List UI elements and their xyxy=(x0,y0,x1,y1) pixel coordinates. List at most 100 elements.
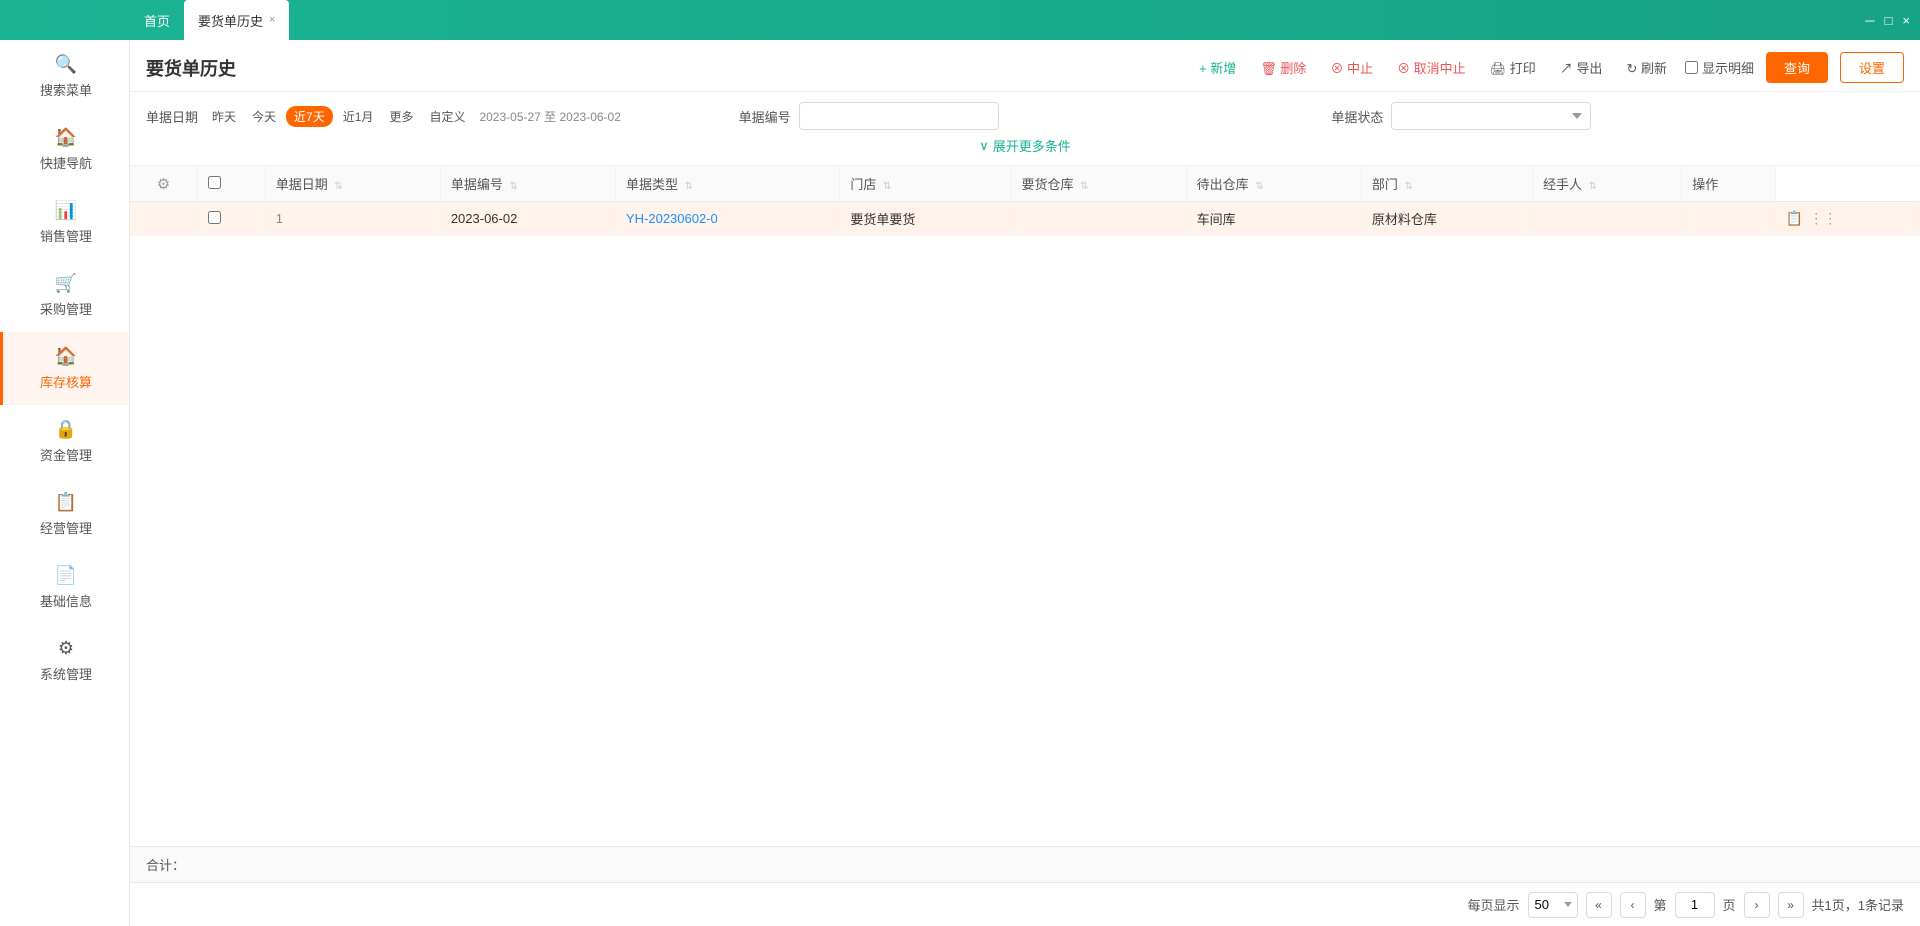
sidebar-item-quick-nav[interactable]: 🏠 快捷导航 xyxy=(0,113,129,186)
sidebar-item-search-menu[interactable]: 🔍 搜索菜单 xyxy=(0,40,129,113)
table-body: 1 2023-06-02 YH-20230602-0 要货单要货 车间库 原材料… xyxy=(130,202,1920,236)
td-order-type: 要货单要货 xyxy=(840,202,1011,236)
quick-nav-icon: 🏠 xyxy=(55,127,77,148)
th-handler-label: 经手人 xyxy=(1543,177,1582,192)
window-close-icon[interactable]: × xyxy=(1902,13,1910,28)
pagination-bar: 每页显示 20 50 100 « ‹ 第 页 › » 共1页，1条记录 xyxy=(130,882,1920,926)
td-date: 2023-06-02 xyxy=(440,202,615,236)
page-title: 要货单历史 xyxy=(146,55,236,81)
td-pending-warehouse: 原材料仓库 xyxy=(1361,202,1532,236)
th-handler[interactable]: 经手人 ⇅ xyxy=(1532,166,1681,202)
basic-info-icon: 📄 xyxy=(55,565,77,586)
sidebar-item-system[interactable]: ⚙ 系统管理 xyxy=(0,624,129,697)
row-checkbox[interactable] xyxy=(208,211,221,224)
filter-expand-row: ∨ 展开更多条件 xyxy=(146,136,1904,155)
order-num-input[interactable] xyxy=(799,102,999,130)
page-input[interactable] xyxy=(1675,892,1715,918)
sidebar-item-purchase-label: 采购管理 xyxy=(40,299,92,318)
sidebar: 🔍 搜索菜单 🏠 快捷导航 📊 销售管理 🛒 采购管理 🏠 库存核算 🔒 资金管… xyxy=(0,40,130,926)
page-header: 要货单历史 + 新增 🗑 删除 ⊗ 中止 ⊗ 取消中止 🖨 打印 ↗ 导出 ↻ … xyxy=(130,40,1920,92)
th-pending-warehouse-label: 待出仓库 xyxy=(1197,177,1249,192)
sidebar-item-inventory-label: 库存核算 xyxy=(40,372,92,391)
sidebar-item-inventory[interactable]: 🏠 库存核算 xyxy=(0,332,129,405)
sort-dept-icon: ⇅ xyxy=(1404,181,1412,192)
filter-row: 单据日期 昨天 今天 近7天 近1月 更多 自定义 2023-05-27 至 2… xyxy=(146,102,1904,130)
top-bar: 首页 要货单历史 × ─ □ × xyxy=(0,0,1920,40)
td-ops: 📋 ⋮⋮ xyxy=(1775,202,1919,236)
sidebar-item-quick-nav-label: 快捷导航 xyxy=(40,153,92,172)
table-footer: 合计： xyxy=(130,846,1920,882)
display-cell-checkbox[interactable] xyxy=(1685,61,1698,74)
th-order-num[interactable]: 单据编号 ⇅ xyxy=(440,166,615,202)
next-page-button[interactable]: › xyxy=(1744,892,1770,918)
date-filter-label: 单据日期 xyxy=(146,107,198,126)
add-button[interactable]: + 新增 xyxy=(1193,54,1242,81)
date-btn-today[interactable]: 今天 xyxy=(246,106,282,127)
total-info: 共1页，1条记录 xyxy=(1812,895,1904,914)
tab-home[interactable]: 首页 xyxy=(130,0,184,40)
print-button[interactable]: 🖨 打印 xyxy=(1484,54,1542,81)
td-store xyxy=(1011,202,1186,236)
tab-requisition-history[interactable]: 要货单历史 × xyxy=(184,0,289,40)
date-filter-buttons: 昨天 今天 近7天 近1月 更多 自定义 xyxy=(206,106,471,127)
date-btn-1month[interactable]: 近1月 xyxy=(337,106,380,127)
order-num-link[interactable]: YH-20230602-0 xyxy=(626,211,718,226)
th-store[interactable]: 门店 ⇅ xyxy=(840,166,1011,202)
tab-home-label: 首页 xyxy=(144,11,170,30)
table-settings-icon[interactable]: ⚙ xyxy=(157,176,170,193)
maximize-icon[interactable]: □ xyxy=(1885,13,1893,28)
prev-page-button[interactable]: ‹ xyxy=(1620,892,1646,918)
minimize-icon[interactable]: ─ xyxy=(1865,13,1874,28)
status-label: 单据状态 xyxy=(1331,107,1383,126)
date-btn-custom[interactable]: 自定义 xyxy=(423,106,471,127)
td-num: 1 xyxy=(265,202,440,236)
first-page-button[interactable]: « xyxy=(1586,892,1612,918)
expand-filter-button[interactable]: ∨ 展开更多条件 xyxy=(979,136,1071,155)
expand-filter-label: 展开更多条件 xyxy=(993,136,1071,155)
export-button[interactable]: ↗ 导出 xyxy=(1554,54,1609,81)
sidebar-item-purchase[interactable]: 🛒 采购管理 xyxy=(0,259,129,332)
th-date-label: 单据日期 xyxy=(276,177,328,192)
td-order-num: YH-20230602-0 xyxy=(615,202,839,236)
sidebar-item-basic-info[interactable]: 📄 基础信息 xyxy=(0,551,129,624)
sidebar-item-sales[interactable]: 📊 销售管理 xyxy=(0,186,129,259)
select-all-checkbox[interactable] xyxy=(208,176,221,189)
cancel-stop-button[interactable]: ⊗ 取消中止 xyxy=(1391,54,1472,81)
sidebar-item-finance[interactable]: 🔒 资金管理 xyxy=(0,405,129,478)
sort-req-warehouse-icon: ⇅ xyxy=(1080,181,1088,192)
th-order-type[interactable]: 单据类型 ⇅ xyxy=(615,166,839,202)
sidebar-item-operations[interactable]: 📋 经营管理 xyxy=(0,478,129,551)
sales-icon: 📊 xyxy=(55,200,77,221)
summary-label: 合计： xyxy=(146,855,185,874)
status-select[interactable] xyxy=(1391,102,1591,130)
th-pending-warehouse[interactable]: 待出仓库 ⇅ xyxy=(1186,166,1361,202)
date-btn-yesterday[interactable]: 昨天 xyxy=(206,106,242,127)
refresh-button[interactable]: ↻ 刷新 xyxy=(1620,54,1673,81)
stop-button[interactable]: ⊗ 中止 xyxy=(1324,54,1379,81)
sort-order-type-icon: ⇅ xyxy=(685,181,693,192)
setting-button[interactable]: 设置 xyxy=(1840,52,1904,83)
delete-button[interactable]: 🗑 删除 xyxy=(1254,54,1312,81)
td-settings xyxy=(130,202,198,236)
page-size-label: 每页显示 xyxy=(1467,895,1519,914)
query-button[interactable]: 查询 xyxy=(1766,52,1828,83)
td-req-warehouse: 车间库 xyxy=(1186,202,1361,236)
tab-requisition-history-label: 要货单历史 xyxy=(198,11,263,30)
th-order-type-label: 单据类型 xyxy=(626,177,678,192)
date-btn-more[interactable]: 更多 xyxy=(383,106,419,127)
page-size-select[interactable]: 20 50 100 xyxy=(1528,892,1578,918)
more-icon[interactable]: ⋮⋮ xyxy=(1809,210,1837,227)
th-req-warehouse[interactable]: 要货仓库 ⇅ xyxy=(1011,166,1186,202)
tab-close-icon[interactable]: × xyxy=(269,14,275,26)
display-cell-button[interactable]: 显示明细 xyxy=(1685,58,1754,77)
sort-date-icon: ⇅ xyxy=(334,181,342,192)
th-ops: 操作 xyxy=(1682,166,1776,202)
th-ops-label: 操作 xyxy=(1692,177,1718,192)
edit-icon[interactable]: 📋 xyxy=(1786,210,1803,227)
sort-handler-icon: ⇅ xyxy=(1589,181,1597,192)
th-date[interactable]: 单据日期 ⇅ xyxy=(265,166,440,202)
th-dept[interactable]: 部门 ⇅ xyxy=(1361,166,1532,202)
content-area: 要货单历史 + 新增 🗑 删除 ⊗ 中止 ⊗ 取消中止 🖨 打印 ↗ 导出 ↻ … xyxy=(130,40,1920,926)
date-btn-7days[interactable]: 近7天 xyxy=(286,106,333,127)
last-page-button[interactable]: » xyxy=(1778,892,1804,918)
